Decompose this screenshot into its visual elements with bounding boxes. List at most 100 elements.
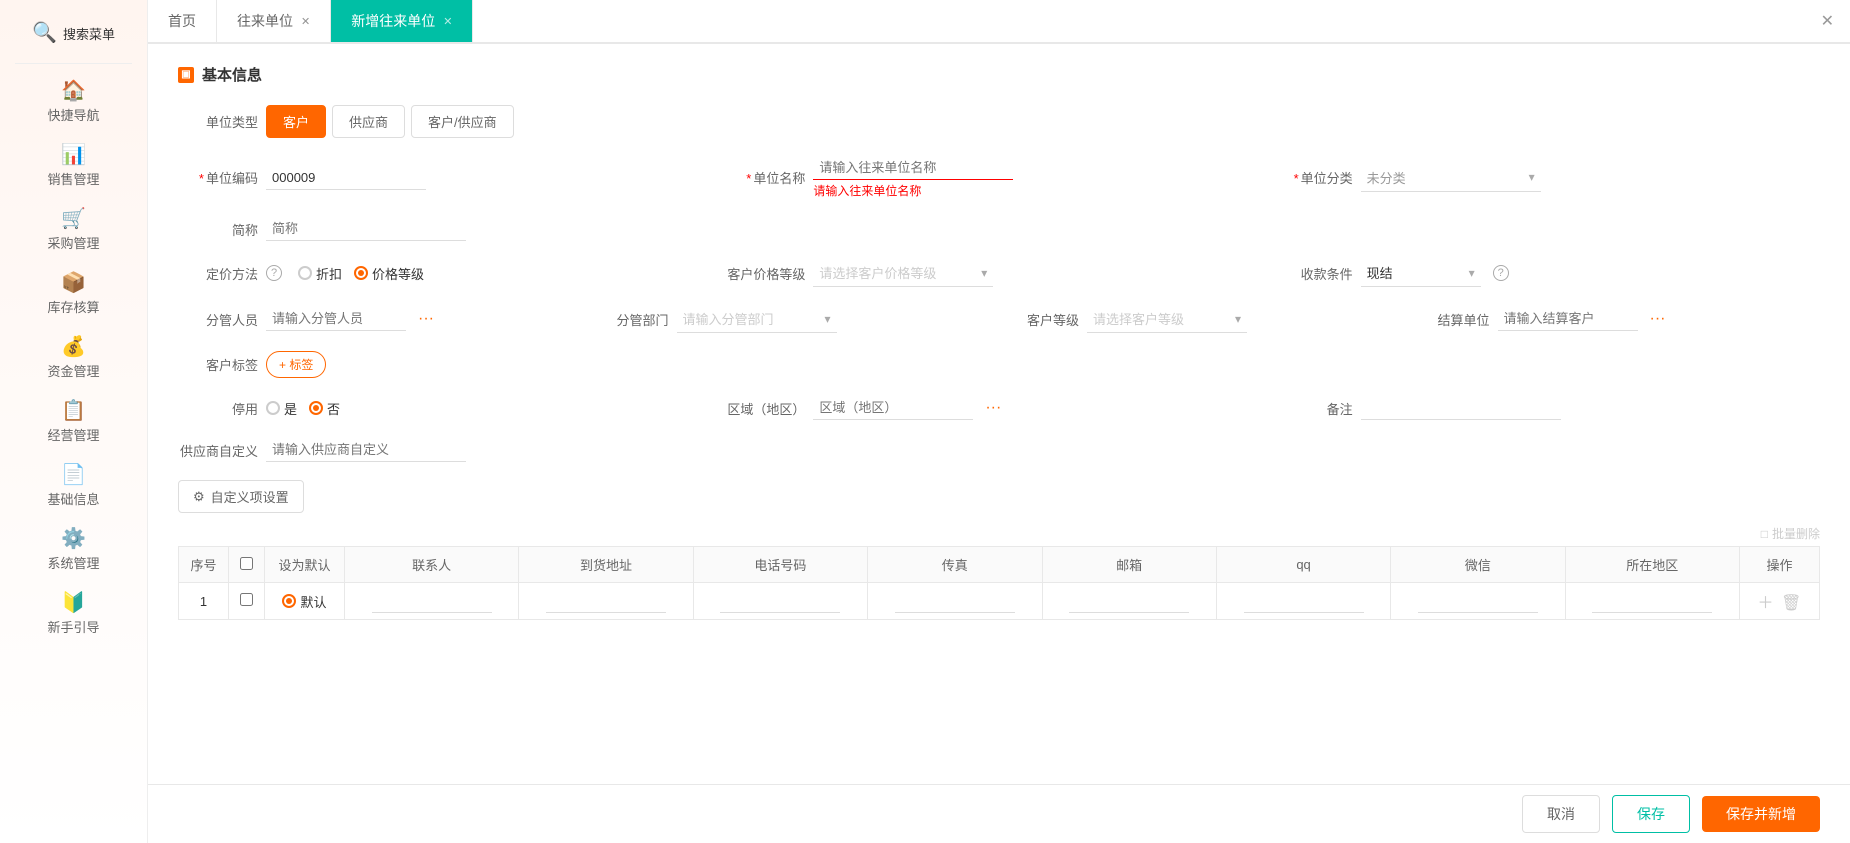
- tab-new-partner[interactable]: 新增往来单位 ✕: [331, 0, 473, 42]
- supplier-custom-input[interactable]: [266, 438, 466, 462]
- sidebar-label: 库存核算: [47, 297, 99, 316]
- discount-radio-circle: [298, 266, 312, 280]
- pricing-field: 定价方法 ? 折扣 价格等级: [178, 264, 725, 283]
- sidebar-item-quick-nav[interactable]: 🏠 快捷导航: [0, 68, 147, 132]
- sidebar-item-basic-info[interactable]: 📄 基础信息: [0, 452, 147, 516]
- row-fax[interactable]: [868, 583, 1042, 620]
- row-email[interactable]: [1042, 583, 1216, 620]
- row-contact[interactable]: [345, 583, 519, 620]
- add-tag-button[interactable]: + 标签: [266, 351, 326, 378]
- sidebar-item-finance[interactable]: 💰 资金管理: [0, 324, 147, 388]
- pricing-row: 定价方法 ? 折扣 价格等级 客户价格等级 请选择客户价格等: [178, 259, 1820, 287]
- unit-category-select[interactable]: 未分类 ▾: [1361, 164, 1541, 192]
- col-seq: 序号: [179, 547, 229, 583]
- unit-code-field: *单位编码: [178, 166, 725, 190]
- dept-select[interactable]: 请输入分管部门 ▾: [677, 305, 837, 333]
- remark-input[interactable]: [1361, 396, 1561, 420]
- content-area: ▣ 基本信息 单位类型 客户 供应商 客户/供应商 *单位编码: [148, 44, 1850, 784]
- customer-tag-field: 客户标签 + 标签: [178, 351, 1820, 378]
- manager-more-btn[interactable]: ···: [414, 310, 438, 328]
- region-more-btn[interactable]: ···: [981, 399, 1005, 417]
- chevron-down-icon: ▾: [1235, 312, 1241, 326]
- remark-label: 备注: [1273, 399, 1353, 418]
- table-row: 1 默认: [179, 583, 1820, 620]
- tab-partners[interactable]: 往来单位 ✕: [217, 0, 331, 42]
- add-row-button[interactable]: ＋: [1756, 589, 1776, 613]
- unit-code-input[interactable]: [266, 166, 426, 190]
- pricing-discount-radio[interactable]: 折扣: [298, 264, 342, 283]
- sidebar: 🔍 搜索菜单 🏠 快捷导航 📊 销售管理 🛒 采购管理 📦 库存核算 💰 资金管…: [0, 0, 148, 843]
- sidebar-item-inventory[interactable]: 📦 库存核算: [0, 260, 147, 324]
- sidebar-label: 采购管理: [47, 233, 99, 252]
- sidebar-label: 新手引导: [47, 617, 99, 636]
- sidebar-item-search[interactable]: 🔍 搜索菜单: [0, 8, 147, 59]
- tab-new-partner-label: 新增往来单位: [351, 11, 435, 31]
- dept-field: 分管部门 请输入分管部门 ▾: [589, 305, 1000, 333]
- manager-input[interactable]: [266, 307, 406, 331]
- row-qq[interactable]: [1216, 583, 1390, 620]
- sidebar-item-operations[interactable]: 📋 经营管理: [0, 388, 147, 452]
- gear-icon: ⚙️: [61, 526, 86, 551]
- row-region[interactable]: [1565, 583, 1739, 620]
- save-button[interactable]: 保存: [1612, 795, 1690, 833]
- code-name-category-row: *单位编码 *单位名称 请输入往来单位名称 *单位分类 未分类: [178, 156, 1820, 199]
- window-close-button[interactable]: ✕: [1821, 11, 1850, 31]
- contact-input[interactable]: [372, 589, 492, 613]
- settlement-more-btn[interactable]: ···: [1646, 310, 1670, 328]
- wechat-input[interactable]: [1418, 589, 1538, 613]
- address-input[interactable]: [546, 589, 666, 613]
- fax-input[interactable]: [895, 589, 1015, 613]
- cancel-button[interactable]: 取消: [1522, 795, 1600, 833]
- customer-tag-label: 客户标签: [178, 355, 258, 374]
- disable-field: 停用 是 否: [178, 399, 725, 418]
- payment-tooltip-icon[interactable]: ?: [1493, 265, 1509, 281]
- settlement-input[interactable]: [1498, 307, 1638, 331]
- payment-terms-select[interactable]: 现结 ▾: [1361, 259, 1481, 287]
- tab-partners-close[interactable]: ✕: [301, 15, 310, 28]
- delete-row-button[interactable]: 🗑: [1779, 593, 1803, 613]
- customer-level-select[interactable]: 请选择客户等级 ▾: [1087, 305, 1247, 333]
- disable-radio-group: 是 否: [266, 399, 340, 418]
- col-region: 所在地区: [1565, 547, 1739, 583]
- unit-type-field: 单位类型 客户 供应商 客户/供应商: [178, 105, 514, 138]
- row-address[interactable]: [519, 583, 693, 620]
- phone-input[interactable]: [720, 589, 840, 613]
- disable-no-radio[interactable]: 否: [309, 399, 340, 418]
- custom-settings-button[interactable]: ⚙ 自定义项设置: [178, 480, 304, 513]
- default-radio[interactable]: 默认: [275, 592, 334, 611]
- tab-home[interactable]: 首页: [148, 0, 217, 42]
- save-new-button[interactable]: 保存并新增: [1702, 796, 1820, 832]
- qq-input[interactable]: [1244, 589, 1364, 613]
- region-col-input[interactable]: [1592, 589, 1712, 613]
- abbr-row: 简称: [178, 217, 1820, 241]
- unit-type-customer[interactable]: 客户: [266, 105, 326, 138]
- sidebar-item-sales[interactable]: 📊 销售管理: [0, 132, 147, 196]
- row-checkbox[interactable]: [240, 593, 253, 606]
- row-wechat[interactable]: [1391, 583, 1565, 620]
- disable-yes-radio[interactable]: 是: [266, 399, 297, 418]
- unit-category-label: *单位分类: [1273, 168, 1353, 187]
- col-action: 操作: [1740, 547, 1820, 583]
- customer-level-placeholder: 请选择客户等级: [1093, 309, 1231, 328]
- col-contact: 联系人: [345, 547, 519, 583]
- sidebar-item-beginner[interactable]: 🔰 新手引导: [0, 580, 147, 644]
- batch-delete-label[interactable]: 批量删除: [1772, 525, 1820, 542]
- unit-type-both[interactable]: 客户/供应商: [411, 105, 514, 138]
- search-icon: 🔍: [32, 20, 57, 45]
- unit-type-supplier[interactable]: 供应商: [332, 105, 405, 138]
- pricing-tooltip-icon[interactable]: ?: [266, 265, 282, 281]
- customer-price-select[interactable]: 请选择客户价格等级 ▾: [813, 259, 993, 287]
- sidebar-item-system[interactable]: ⚙️ 系统管理: [0, 516, 147, 580]
- unit-name-input[interactable]: [813, 156, 1013, 180]
- select-all-checkbox[interactable]: [240, 557, 253, 570]
- row-default-cell: 默认: [265, 583, 345, 620]
- row-phone[interactable]: [693, 583, 867, 620]
- tab-new-partner-close[interactable]: ✕: [443, 15, 452, 28]
- sidebar-item-purchase[interactable]: 🛒 采购管理: [0, 196, 147, 260]
- abbr-input[interactable]: [266, 217, 466, 241]
- email-input[interactable]: [1069, 589, 1189, 613]
- region-input[interactable]: [813, 396, 973, 420]
- pricing-level-radio[interactable]: 价格等级: [354, 264, 424, 283]
- clipboard-icon: 📋: [61, 398, 86, 423]
- col-address: 到货地址: [519, 547, 693, 583]
